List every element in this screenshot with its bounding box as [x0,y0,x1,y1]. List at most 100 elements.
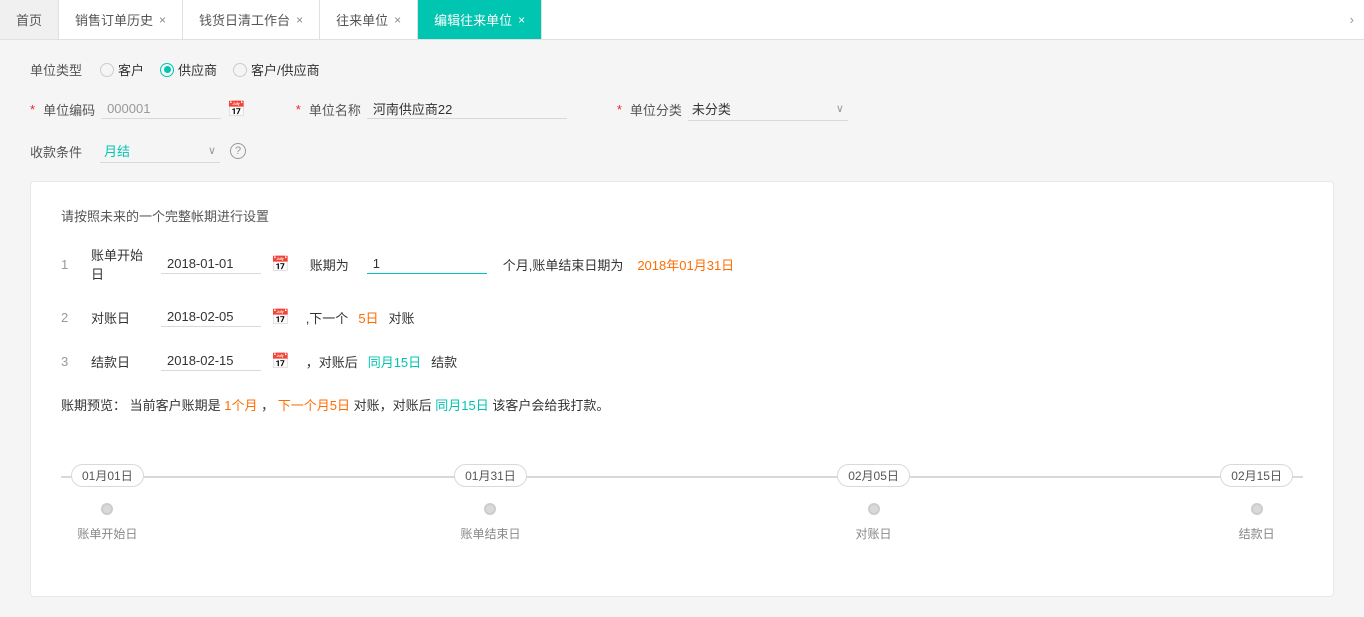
timeline-node-2: 01月31日 账单结束日 [454,464,527,542]
timeline-node-3: 02月05日 对账日 [837,464,910,542]
payment-cond-row: 收款条件 月结 ∨ ? [30,139,1334,163]
unit-code-input[interactable] [101,99,221,119]
setting-row-2: 2 对账日 📅 ,下一个 5日 对账 [61,307,1303,327]
payment-cond-value: 月结 [104,141,204,160]
preview-highlight2: 下一个月5日 [278,398,350,413]
unit-name-label: 单位名称 [309,100,361,119]
radio-both-label: 客户/供应商 [251,60,320,79]
step-2-label: 对账日 [91,308,151,327]
radio-supplier-circle [160,63,174,77]
start-date-cal-icon[interactable]: 📅 [271,255,290,273]
timeline: 01月01日 账单开始日 01月31日 账单结束日 02月05日 对账日 [61,454,1303,572]
unit-name-input[interactable] [367,99,567,119]
timeline-date-1: 01月01日 [71,464,144,487]
unit-category-group: * 单位分类 未分类 ∨ [617,97,848,121]
close-tab-edit-icon[interactable]: × [518,13,525,27]
close-tab-sales-icon[interactable]: × [159,13,166,27]
timeline-nodes: 01月01日 账单开始日 01月31日 账单结束日 02月05日 对账日 [61,464,1303,542]
preview-highlight1: 1个月 [224,398,257,413]
tab-home[interactable]: 首页 [0,0,59,39]
code-required-star: * [30,102,35,117]
cat-required-star: * [617,102,622,117]
tab-edit-partner-label: 编辑往来单位 [434,10,512,29]
payment-cond-select[interactable]: 月结 ∨ [100,139,220,163]
timeline-date-4: 02月15日 [1220,464,1293,487]
radio-customer-label: 客户 [118,60,144,79]
reconcile-date-cal-icon[interactable]: 📅 [271,308,290,326]
period-label: 账期为 [310,255,349,274]
tab-bar: 首页 销售订单历史 × 钱货日清工作台 × 往来单位 × 编辑往来单位 × › [0,0,1364,40]
radio-customer-circle [100,63,114,77]
timeline-label-3: 对账日 [856,525,892,542]
unit-category-label: 单位分类 [630,100,682,119]
timeline-label-1: 账单开始日 [77,525,137,542]
name-required-star: * [296,102,301,117]
timeline-node-1: 01月01日 账单开始日 [71,464,144,542]
start-date-input[interactable] [161,254,261,274]
tab-partner-unit-label: 往来单位 [336,10,388,29]
radio-supplier[interactable]: 供应商 [160,60,217,79]
payment-desc-prefix: ，对账后 [306,352,358,371]
timeline-label-2: 账单结束日 [460,525,520,542]
timeline-node-4: 02月15日 结款日 [1220,464,1293,542]
unit-code-calendar-icon[interactable]: 📅 [227,100,246,118]
period-end-text: 个月,账单结束日期为 [503,255,624,274]
reconcile-date-input[interactable] [161,307,261,327]
timeline-dot-2 [484,503,496,515]
timeline-date-2: 01月31日 [454,464,527,487]
step-1-num: 1 [61,257,81,272]
step-3-label: 结款日 [91,352,151,371]
unit-category-select[interactable]: 未分类 ∨ [688,97,848,121]
preview-text: 账期预览： 当前客户账期是 1个月 ， 下一个月5日 对账，对账后 同月15日 … [61,395,1303,434]
step-1-label: 账单开始日 [91,245,151,283]
payment-date-cal-icon[interactable]: 📅 [271,352,290,370]
tab-edit-partner[interactable]: 编辑往来单位 × [418,0,542,39]
tab-sales-history[interactable]: 销售订单历史 × [59,0,183,39]
page-content: 单位类型 客户 供应商 客户/供应商 * 单位编码 📅 * 单位名称 [0,40,1364,617]
payment-desc-suffix: 结款 [431,352,457,371]
payment-desc-highlight: 同月15日 [368,352,421,371]
tab-sales-history-label: 销售订单历史 [75,10,153,29]
payment-chevron-icon: ∨ [208,144,216,157]
preview-text4: 该客户会给我打款。 [492,398,609,413]
tab-cash-work-label: 钱货日清工作台 [199,10,290,29]
tab-cash-work[interactable]: 钱货日清工作台 × [183,0,320,39]
preview-highlight3: 同月15日 [435,398,488,413]
unit-category-value: 未分类 [692,99,832,118]
radio-customer[interactable]: 客户 [100,60,144,79]
radio-both[interactable]: 客户/供应商 [233,60,320,79]
reconcile-desc-highlight: 5日 [358,308,378,327]
radio-supplier-label: 供应商 [178,60,217,79]
close-tab-partner-icon[interactable]: × [394,13,401,27]
timeline-dot-4 [1251,503,1263,515]
unit-type-row: 单位类型 客户 供应商 客户/供应商 [30,60,1334,79]
preview-text1: 当前客户账期是 [130,398,221,413]
preview-label: 账期预览： [61,398,126,413]
timeline-label-4: 结款日 [1239,525,1275,542]
payment-cond-label: 收款条件 [30,142,82,161]
tab-partner-unit[interactable]: 往来单位 × [320,0,418,39]
unit-code-group: * 单位编码 📅 [30,99,246,119]
payment-date-input[interactable] [161,351,261,371]
panel-hint: 请按照未来的一个完整帐期进行设置 [61,206,1303,225]
preview-text2: ， [261,398,274,413]
close-tab-cash-icon[interactable]: × [296,13,303,27]
timeline-dot-3 [868,503,880,515]
timeline-date-3: 02月05日 [837,464,910,487]
payment-help-icon[interactable]: ? [230,143,246,159]
timeline-dot-1 [101,503,113,515]
category-chevron-icon: ∨ [836,102,844,115]
step-3-num: 3 [61,354,81,369]
setting-row-1: 1 账单开始日 📅 账期为 个月,账单结束日期为 2018年01月31日 [61,245,1303,283]
period-input[interactable] [367,254,487,274]
tab-more-button[interactable]: › [1340,0,1364,39]
settings-panel: 请按照未来的一个完整帐期进行设置 1 账单开始日 📅 账期为 个月,账单结束日期… [30,181,1334,597]
unit-info-row: * 单位编码 📅 * 单位名称 * 单位分类 未分类 ∨ [30,97,1334,121]
unit-type-label: 单位类型 [30,60,82,79]
reconcile-desc-prefix: ,下一个 [306,308,349,327]
tab-home-label: 首页 [16,10,42,29]
reconcile-desc-suffix: 对账 [389,308,415,327]
setting-row-3: 3 结款日 📅 ，对账后 同月15日 结款 [61,351,1303,371]
unit-name-group: * 单位名称 [296,99,567,119]
tab-more-icon: › [1350,12,1354,27]
